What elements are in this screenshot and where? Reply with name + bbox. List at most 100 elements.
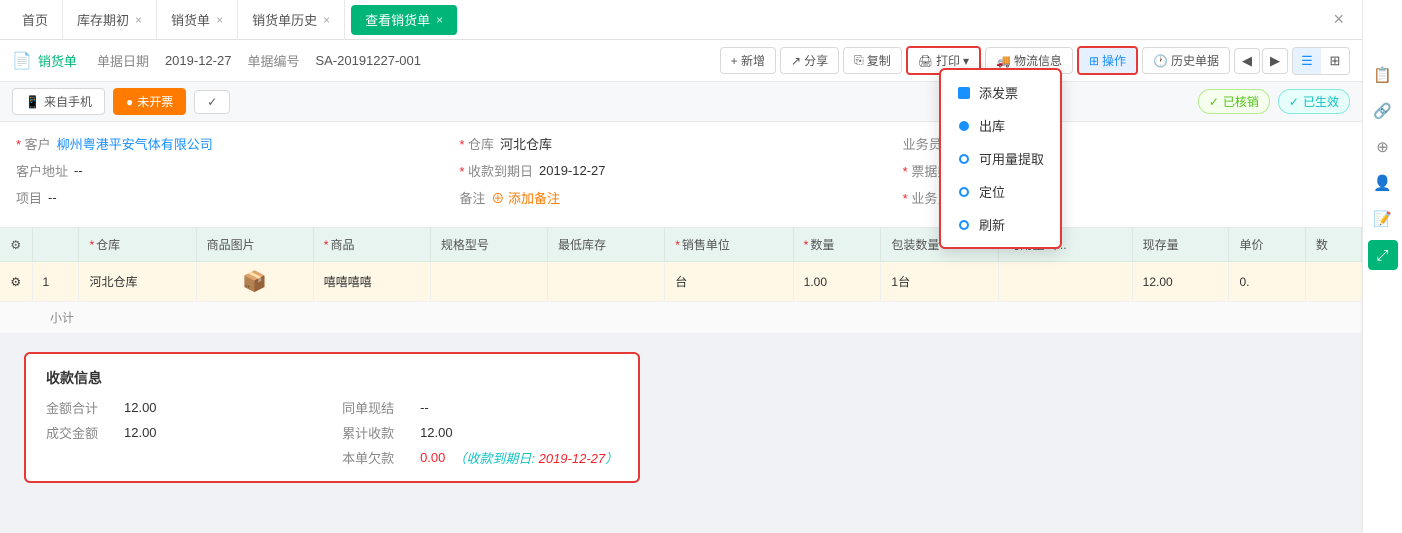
tab-sales-history[interactable]: 销货单历史 ×	[238, 0, 345, 40]
sold-badge: ✓ 已核销	[1198, 89, 1270, 114]
dropdown-locate[interactable]: 定位	[941, 175, 1060, 208]
from-phone-button[interactable]: 📱 来自手机	[12, 88, 105, 115]
truck-icon: 🚚	[996, 54, 1011, 68]
th-seq	[32, 228, 79, 262]
not-open-button[interactable]: ● 未开票	[113, 88, 186, 115]
td-price: 0.	[1229, 262, 1305, 302]
cumulative-row: 累计收款 12.00	[342, 423, 618, 442]
share-button[interactable]: ↗ 分享	[780, 47, 839, 74]
td-seq: 1	[32, 262, 79, 302]
table-header-row: ⚙ *仓库 商品图片 *商品 规格型号 最低库存 *销售单位 *数量 包装数量 …	[0, 228, 1362, 262]
sidebar-note-icon[interactable]: 📝	[1368, 204, 1398, 234]
product-table: ⚙ *仓库 商品图片 *商品 规格型号 最低库存 *销售单位 *数量 包装数量 …	[0, 228, 1362, 334]
copy-button[interactable]: ⎘ 复制	[843, 47, 902, 74]
customer-value[interactable]: 柳州粤港平安气体有限公司	[57, 134, 213, 153]
document-meta: 单据日期 2019-12-27 单据编号 SA-20191227-001	[97, 51, 421, 70]
transaction-label: 成交金额	[46, 423, 116, 442]
payment-date-value: 2019-12-27	[539, 163, 606, 178]
form-row-1: 客户 柳州粤港平安气体有限公司 仓库 河北仓库 业务员 演示账号	[16, 134, 1346, 153]
close-tab-view[interactable]: ×	[436, 13, 443, 27]
number-label: 单据编号	[247, 51, 299, 70]
add-invoice-icon	[957, 86, 971, 100]
amount-value: 12.00	[124, 400, 157, 415]
check-icon: ✓	[207, 95, 217, 109]
td-sales-unit: 台	[665, 262, 793, 302]
list-view-btn[interactable]: ☰	[1293, 48, 1321, 74]
td-gear[interactable]: ⚙	[0, 262, 32, 302]
next-arrow[interactable]: ▶	[1262, 48, 1288, 74]
dropdown-available-qty[interactable]: 可用量提取	[941, 142, 1060, 175]
sidebar-clipboard-icon[interactable]: 📋	[1368, 60, 1398, 90]
address-label: 客户地址	[16, 161, 68, 180]
prev-arrow[interactable]: ◀	[1234, 48, 1260, 74]
td-min-stock	[548, 262, 665, 302]
address-field: 客户地址 --	[16, 161, 459, 180]
view-toggle: ☰ ⊞	[1292, 47, 1350, 75]
operation-dropdown: 添发票 出库 可用量提取 定位 刷新	[939, 68, 1062, 249]
sidebar-expand-icon[interactable]: ⤢	[1368, 240, 1398, 270]
new-button[interactable]: + 新增	[720, 47, 776, 74]
transaction-row: 成交金额 12.00	[46, 423, 322, 442]
history-button[interactable]: 🕐 历史单据	[1142, 47, 1230, 74]
td-product: 嘻嘻嘻嘻	[313, 262, 430, 302]
salesperson-label: 业务员	[903, 134, 942, 153]
same-settle-row: 同单现结 --	[342, 398, 618, 417]
close-tab-sales[interactable]: ×	[216, 13, 223, 27]
cumulative-label: 累计收款	[342, 423, 412, 442]
form-row-3: 项目 -- 备注 ⊕ 添加备注 业务员孟 --	[16, 188, 1346, 207]
table-container: ⚙ *仓库 商品图片 *商品 规格型号 最低库存 *销售单位 *数量 包装数量 …	[0, 228, 1362, 334]
document-type-icon: 📄 销货单	[12, 51, 77, 71]
sidebar-add-icon[interactable]: ⊕	[1368, 132, 1398, 162]
confirm-check-button[interactable]: ✓	[194, 90, 230, 114]
th-gear[interactable]: ⚙	[0, 228, 32, 262]
amount-row: 金额合计 12.00	[46, 398, 322, 417]
copy-icon: ⎘	[854, 53, 864, 68]
balance-date: 2019-12-27	[539, 451, 606, 466]
dropdown-add-invoice[interactable]: 添发票	[941, 76, 1060, 109]
table-row: ⚙ 1 河北仓库 📦 嘻嘻嘻嘻 台 1.00 1台 12.00 0.	[0, 262, 1362, 302]
sidebar-user-icon[interactable]: 👤	[1368, 168, 1398, 198]
th-product: *商品	[313, 228, 430, 262]
close-tab-history[interactable]: ×	[323, 13, 330, 27]
tab-view-sales[interactable]: 查看销货单 ×	[351, 5, 458, 35]
note-label: 备注	[459, 188, 485, 207]
operation-button[interactable]: ⊞ 操作	[1077, 46, 1138, 75]
td-pack-qty: 1台	[881, 262, 998, 302]
document-type-label: 销货单	[38, 51, 77, 70]
project-field: 项目 --	[16, 188, 459, 207]
th-more: 数	[1305, 228, 1361, 262]
plus-icon: ⊕	[491, 191, 504, 206]
grid-view-btn[interactable]: ⊞	[1321, 48, 1349, 74]
sidebar-link-icon[interactable]: 🔗	[1368, 96, 1398, 126]
close-tab-inventory[interactable]: ×	[135, 13, 142, 27]
right-sidebar: 📋 🔗 ⊕ 👤 📝 ⤢	[1362, 0, 1402, 533]
note-field: 备注 ⊕ 添加备注	[459, 188, 902, 207]
window-close-button[interactable]: ×	[1323, 9, 1354, 30]
payment-title: 收款信息	[46, 368, 618, 388]
tab-sales-order[interactable]: 销货单 ×	[157, 0, 238, 40]
refresh-icon	[957, 218, 971, 232]
same-settle-value: --	[420, 400, 429, 415]
date-value: 2019-12-27	[165, 53, 232, 68]
th-sales-unit: *销售单位	[665, 228, 793, 262]
grid-icon: ⊞	[1089, 54, 1099, 68]
form-area: 客户 柳州粤港平安气体有限公司 仓库 河北仓库 业务员 演示账号 客户地址 --…	[0, 122, 1362, 228]
transaction-value: 12.00	[124, 425, 157, 440]
th-price: 单价	[1229, 228, 1305, 262]
tab-inventory-init[interactable]: 库存期初 ×	[63, 0, 157, 40]
cumulative-value: 12.00	[420, 425, 453, 440]
document-toolbar: 📄 销货单 单据日期 2019-12-27 单据编号 SA-20191227-0…	[0, 40, 1362, 82]
action-row: 📱 来自手机 ● 未开票 ✓ ✓ 已核销 ✓ 已生效	[0, 82, 1362, 122]
th-image: 商品图片	[196, 228, 313, 262]
phone-icon: 📱	[25, 95, 40, 109]
balance-value: 0.00	[420, 450, 445, 465]
dropdown-outbound[interactable]: 出库	[941, 109, 1060, 142]
address-value: --	[74, 163, 83, 178]
add-note-btn[interactable]: ⊕ 添加备注	[491, 188, 560, 207]
outbound-icon	[957, 119, 971, 133]
payment-date-label: 收款到期日	[459, 161, 533, 180]
td-current-qty: 12.00	[1132, 262, 1229, 302]
tab-home[interactable]: 首页	[8, 0, 63, 40]
td-image: 📦	[196, 262, 313, 302]
dropdown-refresh[interactable]: 刷新	[941, 208, 1060, 241]
